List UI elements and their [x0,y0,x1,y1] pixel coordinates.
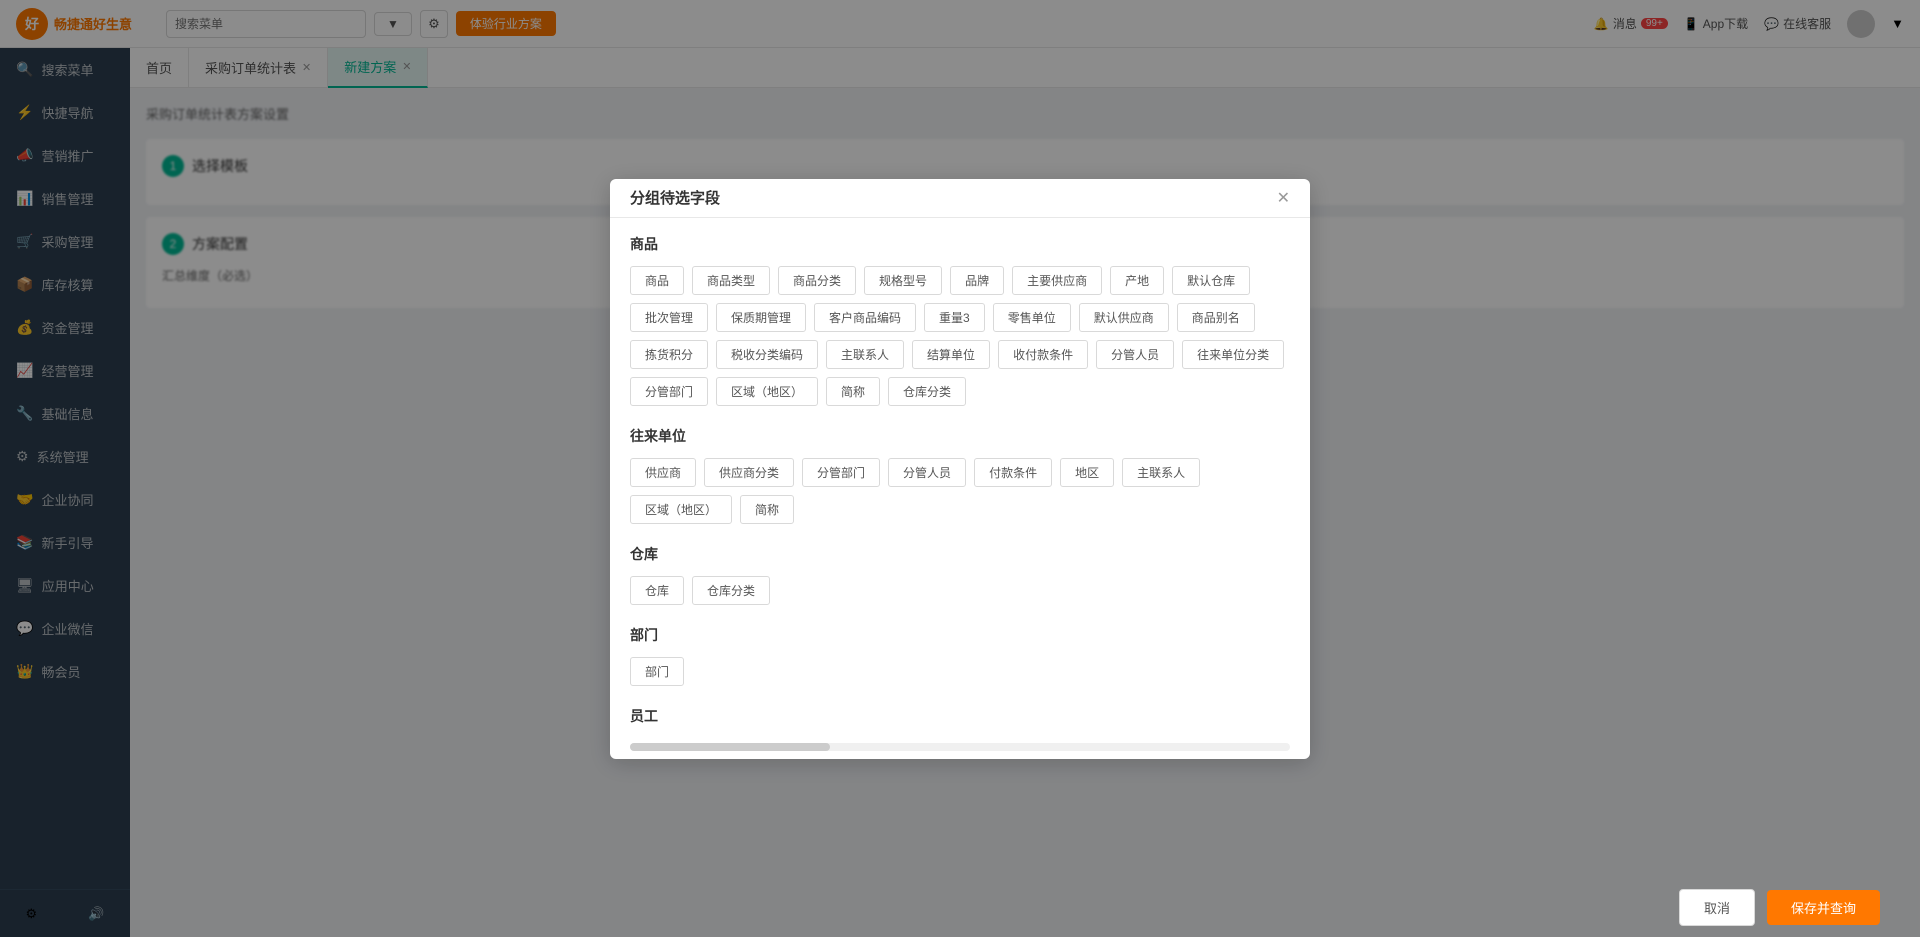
field-section-员工: 员工业务员 [630,706,1290,734]
field-tag-客户商品编码[interactable]: 客户商品编码 [814,303,916,332]
field-tag-默认仓库[interactable]: 默认仓库 [1172,266,1250,295]
field-tag-简称[interactable]: 简称 [826,377,880,406]
dialog-header: 分组待选字段 ✕ [610,179,1310,219]
section-title: 仓库 [630,544,1290,564]
field-tags: 仓库仓库分类 [630,576,1290,605]
field-tag-商品[interactable]: 商品 [630,266,684,295]
scrollbar-thumb[interactable] [630,743,830,751]
section-title: 往来单位 [630,426,1290,446]
section-title: 部门 [630,625,1290,645]
horizontal-scrollbar[interactable] [630,743,1290,751]
field-tags: 供应商供应商分类分管部门分管人员付款条件地区主联系人区域（地区） 简称 [630,458,1290,524]
section-title: 商品 [630,234,1290,254]
field-tag-主联系人[interactable]: 主联系人 [1122,458,1200,487]
field-tag-结算单位[interactable]: 结算单位 [912,340,990,369]
field-tag-零售单位[interactable]: 零售单位 [993,303,1071,332]
dialog-overlay: 分组待选字段 ✕ 商品商品商品类型商品分类规格型号品牌主要供应商产地默认仓库批次… [0,0,1920,937]
field-section-商品: 商品商品商品类型商品分类规格型号品牌主要供应商产地默认仓库批次管理保质期管理客户… [630,234,1290,406]
field-select-dialog: 分组待选字段 ✕ 商品商品商品类型商品分类规格型号品牌主要供应商产地默认仓库批次… [610,179,1310,759]
field-tag-供应商[interactable]: 供应商 [630,458,696,487]
field-tag-商品类型[interactable]: 商品类型 [692,266,770,295]
dialog-scrollbar-area [610,735,1310,759]
field-tag-主联系人[interactable]: 主联系人 [826,340,904,369]
field-tag-默认供应商[interactable]: 默认供应商 [1079,303,1169,332]
field-tag-品牌[interactable]: 品牌 [950,266,1004,295]
field-tag-规格型号[interactable]: 规格型号 [864,266,942,295]
field-tag-收付款条件[interactable]: 收付款条件 [998,340,1088,369]
field-tag-产地[interactable]: 产地 [1110,266,1164,295]
dialog-close-btn[interactable]: ✕ [1277,188,1290,208]
field-section-往来单位: 往来单位供应商供应商分类分管部门分管人员付款条件地区主联系人区域（地区） 简称 [630,426,1290,524]
field-tag-拣货积分[interactable]: 拣货积分 [630,340,708,369]
field-tags: 部门 [630,657,1290,686]
field-tag-分管部门[interactable]: 分管部门 [630,377,708,406]
field-tag-分管人员[interactable]: 分管人员 [888,458,966,487]
field-tag-仓库分类[interactable]: 仓库分类 [888,377,966,406]
field-tag-简称[interactable]: 简称 [740,495,794,524]
field-tags: 商品商品类型商品分类规格型号品牌主要供应商产地默认仓库批次管理保质期管理客户商品… [630,266,1290,406]
field-tag-商品分类[interactable]: 商品分类 [778,266,856,295]
field-tag-供应商分类[interactable]: 供应商分类 [704,458,794,487]
field-tag-商品别名[interactable]: 商品别名 [1177,303,1255,332]
field-section-部门: 部门部门 [630,625,1290,686]
field-tag-批次管理[interactable]: 批次管理 [630,303,708,332]
dialog-body[interactable]: 商品商品商品类型商品分类规格型号品牌主要供应商产地默认仓库批次管理保质期管理客户… [610,218,1310,734]
field-tag-仓库分类[interactable]: 仓库分类 [692,576,770,605]
field-tag-仓库[interactable]: 仓库 [630,576,684,605]
field-tag-区域（地区）[interactable]: 区域（地区） [630,495,732,524]
dialog-title: 分组待选字段 [630,187,720,208]
field-tag-税收分类编码[interactable]: 税收分类编码 [716,340,818,369]
cancel-button[interactable]: 取消 [1679,889,1755,926]
field-tag-地区[interactable]: 地区 [1060,458,1114,487]
field-tag-部门[interactable]: 部门 [630,657,684,686]
field-tag-重量3[interactable]: 重量3 [924,303,985,332]
field-tag-保质期管理[interactable]: 保质期管理 [716,303,806,332]
field-tag-分管部门[interactable]: 分管部门 [802,458,880,487]
field-tag-往来单位分类[interactable]: 往来单位分类 [1182,340,1284,369]
field-tag-付款条件[interactable]: 付款条件 [974,458,1052,487]
field-tag-主要供应商[interactable]: 主要供应商 [1012,266,1102,295]
field-tag-区域（地区）[interactable]: 区域（地区） [716,377,818,406]
field-tag-分管人员[interactable]: 分管人员 [1096,340,1174,369]
section-title: 员工 [630,706,1290,726]
field-section-仓库: 仓库仓库仓库分类 [630,544,1290,605]
save-query-button[interactable]: 保存并查询 [1767,890,1880,925]
